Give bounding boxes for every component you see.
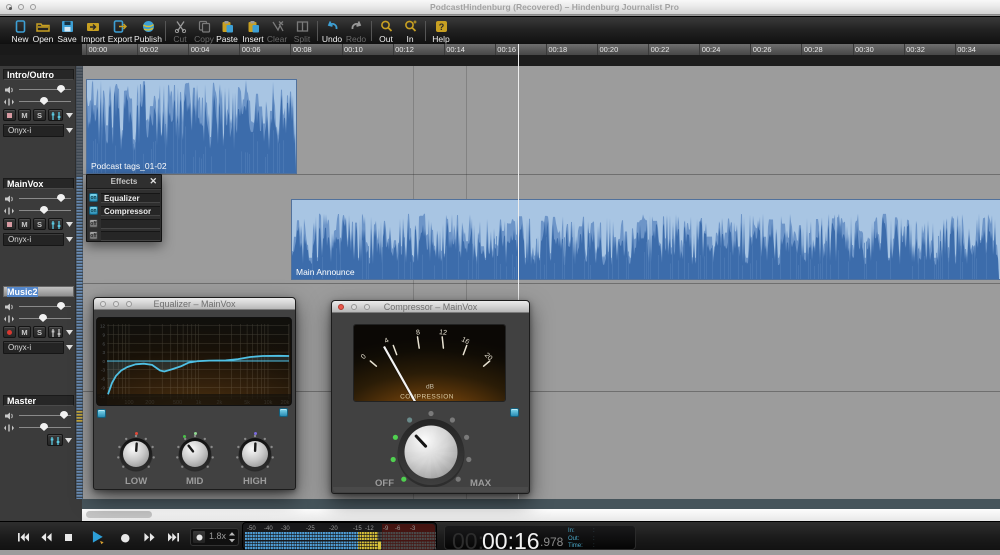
svg-text:dB: dB: [426, 384, 434, 391]
svg-text:COMPRESSION: COMPRESSION: [400, 394, 454, 401]
svg-text:?: ?: [438, 22, 444, 32]
svg-text:12: 12: [439, 329, 448, 337]
